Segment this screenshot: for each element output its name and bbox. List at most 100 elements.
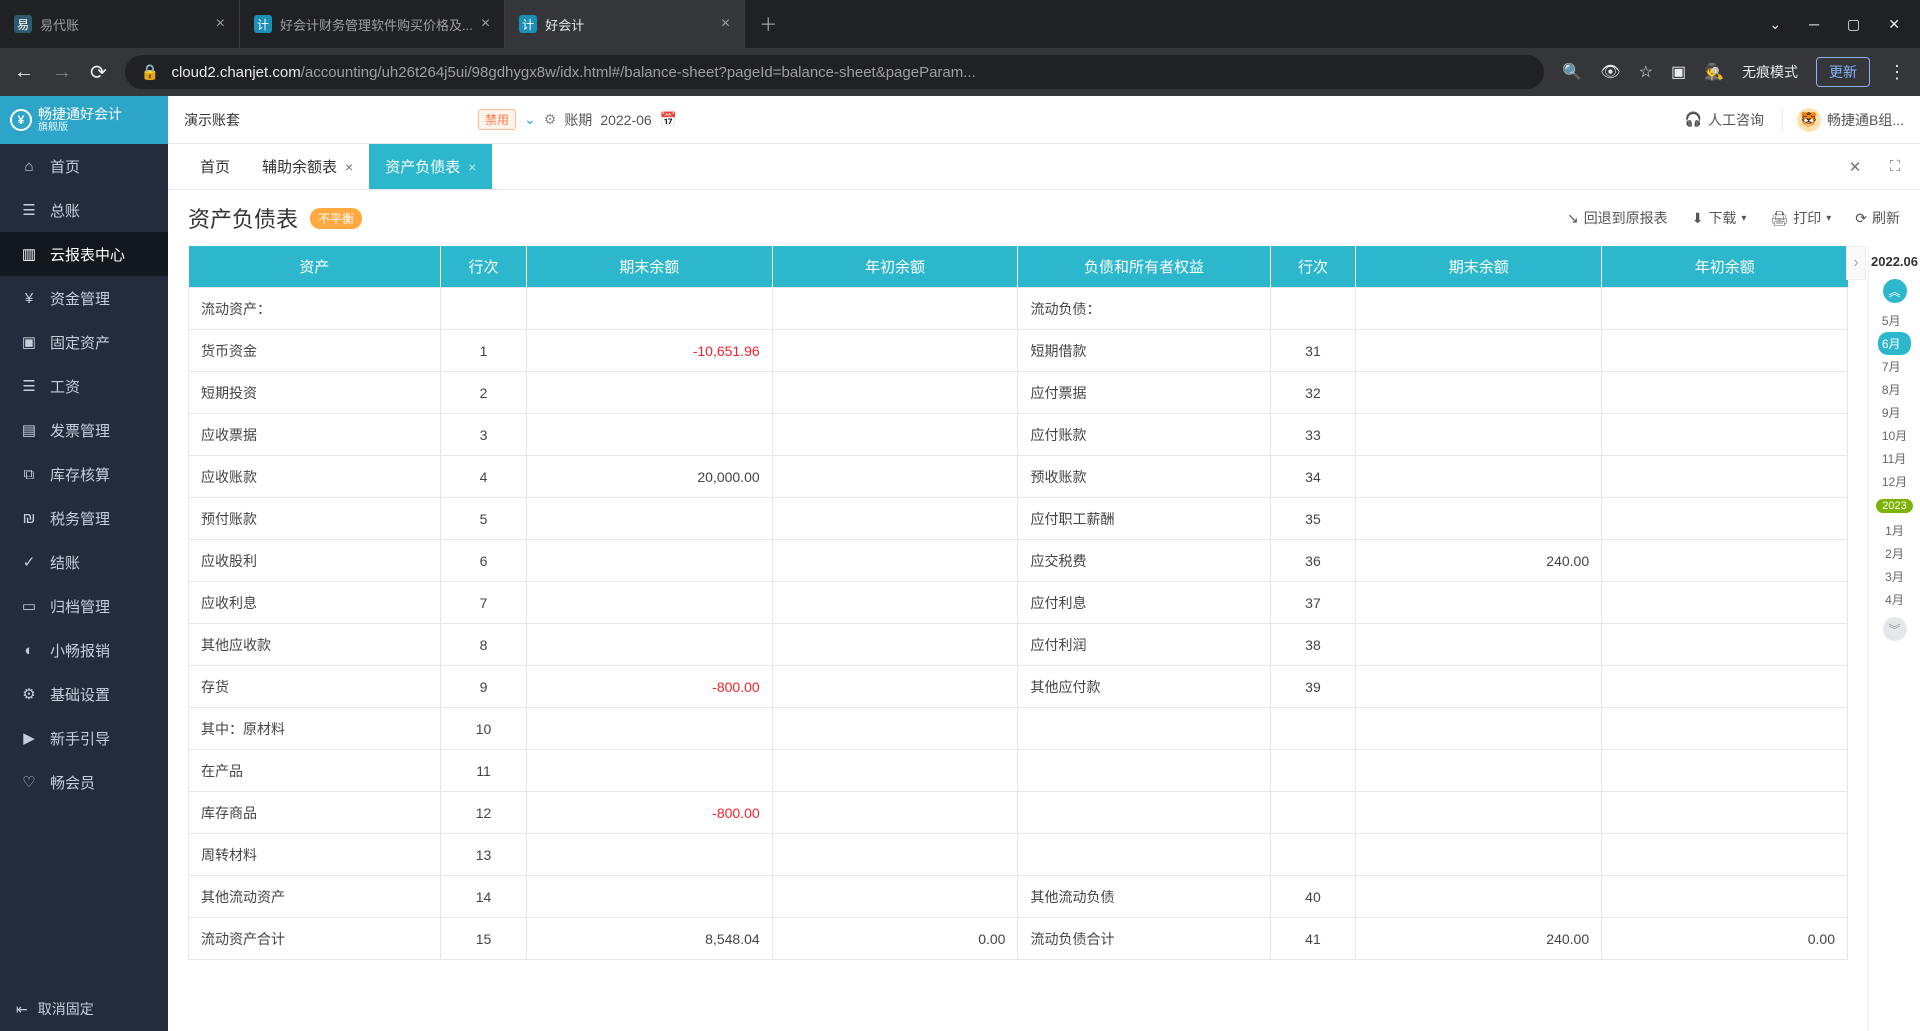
- support-button[interactable]: 🎧 人工咨询: [1685, 110, 1764, 130]
- kebab-menu-icon[interactable]: ⋮: [1888, 62, 1906, 83]
- cell: 在产品: [189, 750, 441, 792]
- sidebar-item-label: 基础设置: [50, 684, 110, 705]
- new-tab-button[interactable]: ＋: [745, 0, 791, 48]
- download-button[interactable]: ⬇下载▾: [1692, 208, 1747, 228]
- cell: [1356, 372, 1602, 414]
- star-icon[interactable]: ☆: [1639, 62, 1653, 82]
- month-item[interactable]: 1月: [1881, 519, 1908, 542]
- close-icon[interactable]: ×: [345, 159, 353, 175]
- period-value[interactable]: 2022-06: [600, 112, 651, 128]
- address-bar[interactable]: 🔒 cloud2.chanjet.com/accounting/uh26t264…: [125, 55, 1545, 89]
- tab-label: 辅助余额表: [262, 156, 337, 177]
- cell: [772, 456, 1018, 498]
- calendar-icon[interactable]: 📅: [660, 111, 677, 128]
- url-text: cloud2.chanjet.com/accounting/uh26t264j5…: [171, 64, 975, 81]
- sidebar-item-12[interactable]: ⚙ 基础设置: [0, 672, 168, 716]
- cell: 应收账款: [189, 456, 441, 498]
- cell: [1356, 456, 1602, 498]
- rail-down-button[interactable]: ︾: [1883, 617, 1907, 641]
- sidebar-item-13[interactable]: ▶新手引导: [0, 716, 168, 760]
- minimize-icon[interactable]: ─: [1809, 16, 1819, 32]
- sidebar-item-7[interactable]: ⧉库存核算: [0, 452, 168, 496]
- account-name[interactable]: 演示账套: [184, 110, 240, 130]
- month-item[interactable]: 10月: [1878, 424, 1911, 447]
- sidebar-item-10[interactable]: ▭归档管理: [0, 584, 168, 628]
- close-icon[interactable]: ×: [216, 15, 225, 33]
- cell: [772, 330, 1018, 372]
- close-icon[interactable]: ×: [481, 15, 490, 33]
- print-button[interactable]: 🖨打印▾: [1770, 208, 1831, 228]
- month-item[interactable]: 3月: [1881, 565, 1908, 588]
- gear-icon[interactable]: ⚙: [544, 111, 557, 128]
- fullscreen-icon[interactable]: ⛶: [1880, 152, 1910, 182]
- sidebar-item-label: 云报表中心: [50, 244, 125, 265]
- zoom-icon[interactable]: 🔍: [1562, 62, 1582, 82]
- browser-tab-0[interactable]: 易 易代账 ×: [0, 0, 240, 48]
- sidebar-item-9[interactable]: ✓结账: [0, 540, 168, 584]
- sidebar-item-11[interactable]: ◐小畅报销: [0, 628, 168, 672]
- back-icon[interactable]: ←: [14, 61, 34, 84]
- month-item[interactable]: 7月: [1878, 355, 1911, 378]
- browser-tab-2[interactable]: 计 好会计 ×: [505, 0, 745, 48]
- browser-tabs-bar: 易 易代账 × 计 好会计财务管理软件购买价格及... × 计 好会计 × ＋ …: [0, 0, 1920, 48]
- cell: [1356, 498, 1602, 540]
- reload-icon[interactable]: ⟳: [90, 60, 107, 85]
- sidebar-item-label: 新手引导: [50, 728, 110, 749]
- extension-box-icon[interactable]: ▣: [1671, 62, 1686, 82]
- chevron-down-icon[interactable]: ⌄: [524, 111, 536, 128]
- user-chip[interactable]: 🐯 畅捷通B组...: [1782, 108, 1904, 132]
- refresh-button[interactable]: ⟳刷新: [1855, 208, 1900, 228]
- sidebar-toggle-pin[interactable]: ⇤ 取消固定: [0, 987, 168, 1031]
- sidebar-icon: ⚙: [20, 685, 38, 703]
- month-item[interactable]: 6月: [1878, 332, 1911, 355]
- month-item[interactable]: 2月: [1881, 542, 1908, 565]
- sidebar-item-8[interactable]: ₪税务管理: [0, 496, 168, 540]
- close-icon[interactable]: ×: [468, 159, 476, 175]
- refresh-label: 刷新: [1872, 208, 1900, 228]
- sidebar-icon: ☰: [20, 377, 38, 395]
- month-item[interactable]: 8月: [1878, 378, 1911, 401]
- table-row: 预付账款5应付职工薪酬35: [189, 498, 1848, 540]
- sidebar-item-4[interactable]: ▣固定资产: [0, 320, 168, 364]
- cell: 应收股利: [189, 540, 441, 582]
- brand[interactable]: ¥ 畅捷通好会计 旗舰版: [0, 96, 168, 144]
- cell: 240.00: [1356, 540, 1602, 582]
- app-tab-0[interactable]: 首页: [184, 144, 246, 189]
- browser-tab-1[interactable]: 计 好会计财务管理软件购买价格及... ×: [240, 0, 505, 48]
- sidebar-icon: ▭: [20, 597, 38, 615]
- month-item[interactable]: 9月: [1878, 401, 1911, 424]
- print-icon: 🖨: [1770, 210, 1788, 227]
- app-tab-2[interactable]: 资产负债表×: [369, 144, 492, 189]
- brand-logo-icon: ¥: [10, 109, 32, 131]
- month-item[interactable]: 4月: [1881, 588, 1908, 611]
- chevron-down-icon[interactable]: ⌄: [1769, 16, 1781, 33]
- sidebar-item-5[interactable]: ☰工资: [0, 364, 168, 408]
- cell: [1602, 540, 1848, 582]
- month-item[interactable]: 12月: [1878, 470, 1911, 493]
- sidebar-icon: ▥: [20, 245, 38, 263]
- cell: [526, 540, 772, 582]
- sidebar-item-3[interactable]: ¥资金管理: [0, 276, 168, 320]
- window-close-icon[interactable]: ✕: [1888, 16, 1900, 33]
- extensions-eye-icon[interactable]: 👁: [1600, 62, 1620, 82]
- cell: 14: [441, 876, 527, 918]
- cell: [1602, 708, 1848, 750]
- cell: [1270, 792, 1356, 834]
- month-item[interactable]: 11月: [1878, 447, 1911, 470]
- maximize-icon[interactable]: ▢: [1847, 16, 1860, 33]
- rail-up-button[interactable]: ︽: [1883, 279, 1907, 303]
- close-icon[interactable]: ×: [721, 15, 730, 33]
- sidebar-item-0[interactable]: ⌂首页: [0, 144, 168, 188]
- close-all-tabs-icon[interactable]: ✕: [1840, 152, 1870, 182]
- forward-icon[interactable]: →: [52, 61, 72, 84]
- scroll-right-button[interactable]: ›: [1846, 246, 1866, 280]
- month-item[interactable]: 5月: [1878, 309, 1911, 332]
- app-tab-1[interactable]: 辅助余额表 ×: [246, 144, 369, 189]
- rollback-button[interactable]: ↘回退到原报表: [1567, 208, 1668, 228]
- update-button[interactable]: 更新: [1816, 57, 1870, 87]
- sidebar-item-6[interactable]: ▤发票管理: [0, 408, 168, 452]
- sidebar-item-2[interactable]: ▥ 云报表中心: [0, 232, 168, 276]
- sidebar-item-14[interactable]: ♡畅会员: [0, 760, 168, 804]
- sidebar-item-1[interactable]: ☰总账: [0, 188, 168, 232]
- cell: [772, 288, 1018, 330]
